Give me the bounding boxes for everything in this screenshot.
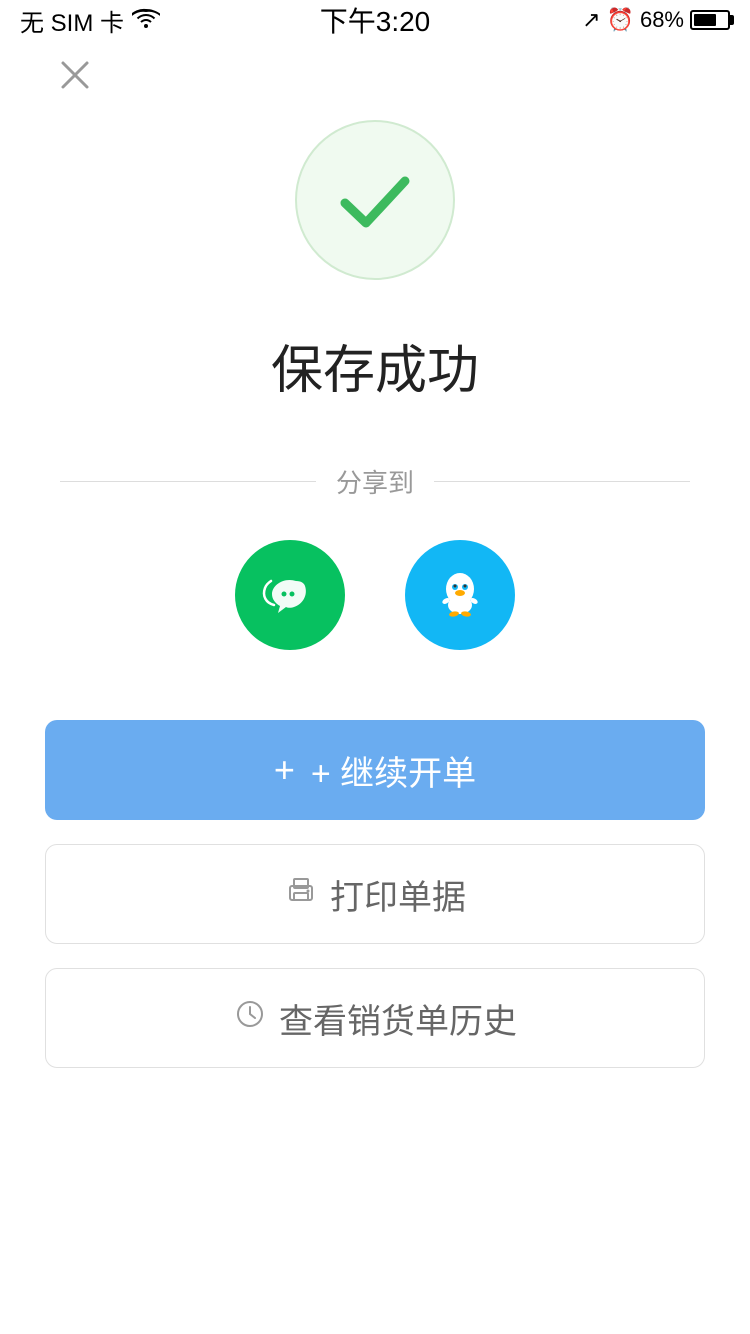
location-icon: ↗ xyxy=(582,7,600,33)
divider-line-left xyxy=(60,481,316,482)
continue-button[interactable]: + + 继续开单 xyxy=(45,720,705,820)
status-bar-right: ↗ ⏰ 68% xyxy=(582,7,730,33)
status-bar-left: 无 SIM 卡 xyxy=(20,3,160,38)
close-icon xyxy=(59,59,91,91)
checkmark-icon xyxy=(330,155,420,245)
print-icon xyxy=(284,873,318,916)
status-bar: 无 SIM 卡 下午3:20 ↗ ⏰ 68% xyxy=(0,0,750,40)
battery-indicator xyxy=(690,10,730,30)
main-content: 保存成功 分享到 xyxy=(0,40,750,1068)
history-button[interactable]: 查看销货单历史 xyxy=(45,968,705,1068)
wechat-share-button[interactable] xyxy=(235,540,345,650)
qq-icon xyxy=(428,563,493,628)
print-button-label: 打印单据 xyxy=(330,870,466,919)
success-indicator xyxy=(295,120,455,280)
alarm-icon: ⏰ xyxy=(607,7,634,33)
success-title: 保存成功 xyxy=(271,328,479,403)
continue-button-label: + 继续开单 xyxy=(311,746,476,795)
share-icons-container xyxy=(235,540,515,650)
share-label: 分享到 xyxy=(316,463,434,500)
battery-percent: 68% xyxy=(640,7,684,33)
divider-line-right xyxy=(434,481,690,482)
history-icon xyxy=(233,997,267,1040)
carrier-label: 无 SIM 卡 xyxy=(20,3,124,38)
print-button[interactable]: 打印单据 xyxy=(45,844,705,944)
close-button[interactable] xyxy=(50,50,100,100)
wechat-icon xyxy=(258,563,323,628)
status-bar-time: 下午3:20 xyxy=(320,0,431,40)
plus-icon: + xyxy=(274,749,295,791)
history-button-label: 查看销货单历史 xyxy=(279,994,517,1043)
wifi-icon xyxy=(132,6,160,35)
action-buttons: + + 继续开单 打印单据 查看销货单历 xyxy=(45,720,705,1068)
share-divider: 分享到 xyxy=(0,463,750,500)
qq-share-button[interactable] xyxy=(405,540,515,650)
